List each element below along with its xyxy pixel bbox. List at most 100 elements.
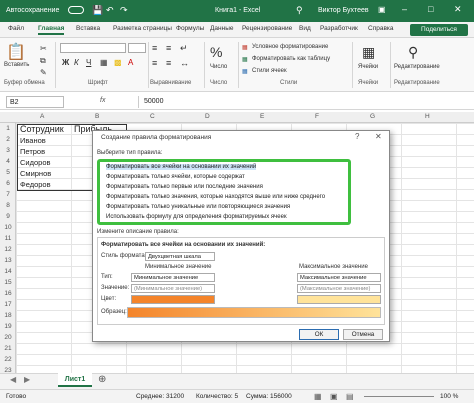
- conditional-format-icon[interactable]: ▦: [242, 44, 248, 51]
- underline-button[interactable]: Ч: [86, 58, 91, 67]
- col-header[interactable]: A: [40, 113, 44, 120]
- min-value-input[interactable]: (Минимальное значение): [131, 284, 215, 293]
- format-painter-icon[interactable]: ✎: [40, 68, 47, 77]
- align-top-icon[interactable]: ≡: [152, 43, 157, 53]
- cell-styles-button[interactable]: Стили ячеек: [252, 68, 287, 74]
- row-header[interactable]: 13: [0, 257, 16, 264]
- undo-icon[interactable]: ↶: [106, 5, 114, 16]
- zoom-slider[interactable]: [364, 396, 434, 397]
- tab-home[interactable]: Главная: [38, 25, 65, 35]
- format-table-icon[interactable]: ▦: [242, 56, 248, 63]
- tab-view[interactable]: Вид: [299, 25, 311, 32]
- row-header[interactable]: 14: [0, 268, 16, 275]
- row-header[interactable]: 8: [0, 202, 16, 209]
- align-center-icon[interactable]: ≡: [166, 58, 171, 68]
- dialog-close-icon[interactable]: ✕: [375, 132, 382, 141]
- rule-type-item[interactable]: Форматировать только ячейки, которые сод…: [106, 174, 245, 180]
- max-value-input[interactable]: (Максимальное значение): [297, 284, 381, 293]
- row-header[interactable]: 15: [0, 279, 16, 286]
- rule-type-item[interactable]: Форматировать только первые или последни…: [106, 184, 263, 190]
- tab-page-layout[interactable]: Разметка страницы: [113, 25, 172, 32]
- sheet-tab[interactable]: Лист1: [58, 373, 92, 387]
- page-break-view-icon[interactable]: ▤: [346, 392, 354, 401]
- prev-sheet-icon[interactable]: ◀: [10, 375, 16, 384]
- zoom-level[interactable]: 100 %: [440, 393, 458, 400]
- tab-review[interactable]: Рецензирование: [242, 25, 292, 32]
- ribbon-display-icon[interactable]: ▣: [378, 5, 386, 14]
- redo-icon[interactable]: ↷: [120, 5, 128, 16]
- row-header[interactable]: 3: [0, 147, 16, 154]
- row-header[interactable]: 7: [0, 191, 16, 198]
- number-format-label[interactable]: Число: [210, 64, 227, 70]
- row-header[interactable]: 11: [0, 235, 16, 242]
- row-header[interactable]: 18: [0, 312, 16, 319]
- tab-formulas[interactable]: Формулы: [176, 25, 204, 32]
- paste-label[interactable]: Вставить: [4, 62, 29, 68]
- search-icon[interactable]: ⚲: [296, 5, 303, 16]
- row-header[interactable]: 6: [0, 180, 16, 187]
- format-style-select[interactable]: Двухцветная шкала: [145, 252, 215, 261]
- ok-button[interactable]: ОК: [299, 329, 339, 340]
- row-header[interactable]: 17: [0, 301, 16, 308]
- maximize-icon[interactable]: □: [428, 4, 433, 14]
- row-header[interactable]: 16: [0, 290, 16, 297]
- font-name-field[interactable]: [60, 43, 126, 53]
- save-icon[interactable]: 💾: [92, 5, 103, 16]
- col-header[interactable]: C: [150, 113, 155, 120]
- cells-icon[interactable]: ▦: [362, 44, 375, 61]
- rule-type-item[interactable]: Использовать формулу для определения фор…: [106, 214, 287, 220]
- align-left-icon[interactable]: ≡: [152, 58, 157, 68]
- col-header[interactable]: H: [425, 113, 430, 120]
- row-header[interactable]: 10: [0, 224, 16, 231]
- row-header[interactable]: 20: [0, 334, 16, 341]
- min-color-picker[interactable]: [131, 295, 215, 304]
- percent-icon[interactable]: %: [210, 44, 222, 60]
- close-icon[interactable]: ✕: [454, 4, 462, 15]
- font-color-icon[interactable]: A: [128, 58, 133, 67]
- normal-view-icon[interactable]: ▦: [314, 392, 322, 401]
- help-icon[interactable]: ?: [355, 132, 359, 141]
- share-button[interactable]: Поделиться: [410, 24, 468, 36]
- tab-data[interactable]: Данные: [210, 25, 233, 32]
- row-header[interactable]: 5: [0, 169, 16, 176]
- col-header[interactable]: G: [370, 113, 375, 120]
- min-type-select[interactable]: Минимальное значение: [131, 273, 215, 282]
- next-sheet-icon[interactable]: ▶: [24, 375, 30, 384]
- cancel-button[interactable]: Отмена: [343, 329, 383, 340]
- row-header[interactable]: 19: [0, 323, 16, 330]
- autosave-toggle[interactable]: [68, 6, 84, 14]
- align-middle-icon[interactable]: ≡: [166, 43, 171, 53]
- italic-button[interactable]: К: [74, 58, 79, 67]
- editing-button[interactable]: Редактирование: [394, 64, 440, 70]
- tab-file[interactable]: Файл: [8, 25, 24, 32]
- formula-input[interactable]: 50000: [138, 96, 468, 108]
- search-icon[interactable]: ⚲: [408, 44, 418, 61]
- row-header[interactable]: 4: [0, 158, 16, 165]
- row-header[interactable]: 9: [0, 213, 16, 220]
- col-header[interactable]: B: [95, 113, 99, 120]
- merge-icon[interactable]: ↔: [180, 58, 189, 68]
- minimize-icon[interactable]: –: [402, 4, 407, 14]
- page-layout-view-icon[interactable]: ▣: [330, 392, 338, 401]
- col-header[interactable]: E: [260, 113, 264, 120]
- borders-icon[interactable]: ▦: [100, 58, 108, 67]
- tab-insert[interactable]: Вставка: [76, 25, 100, 32]
- cut-icon[interactable]: ✂: [40, 44, 47, 53]
- row-header[interactable]: 1: [0, 125, 16, 132]
- format-as-table-button[interactable]: Форматировать как таблицу: [252, 56, 330, 62]
- rule-type-item[interactable]: Форматировать только уникальные или повт…: [106, 204, 290, 210]
- tab-help[interactable]: Справка: [368, 25, 394, 32]
- tab-developer[interactable]: Разработчик: [320, 25, 358, 32]
- name-box[interactable]: B2: [6, 96, 64, 108]
- max-type-select[interactable]: Максимальное значение: [297, 273, 381, 282]
- conditional-format-button[interactable]: Условное форматирование: [252, 44, 328, 50]
- cell-styles-icon[interactable]: ▦: [242, 68, 248, 75]
- cells-button[interactable]: Ячейки: [358, 64, 378, 70]
- row-header[interactable]: 22: [0, 356, 16, 363]
- row-header[interactable]: 2: [0, 136, 16, 143]
- fill-color-icon[interactable]: ▩: [114, 58, 122, 67]
- col-header[interactable]: D: [205, 113, 210, 120]
- rule-type-item[interactable]: Форматировать все ячейки на основании их…: [106, 164, 257, 170]
- copy-icon[interactable]: ⧉: [40, 56, 46, 66]
- autosave-label[interactable]: Автосохранение: [6, 7, 59, 14]
